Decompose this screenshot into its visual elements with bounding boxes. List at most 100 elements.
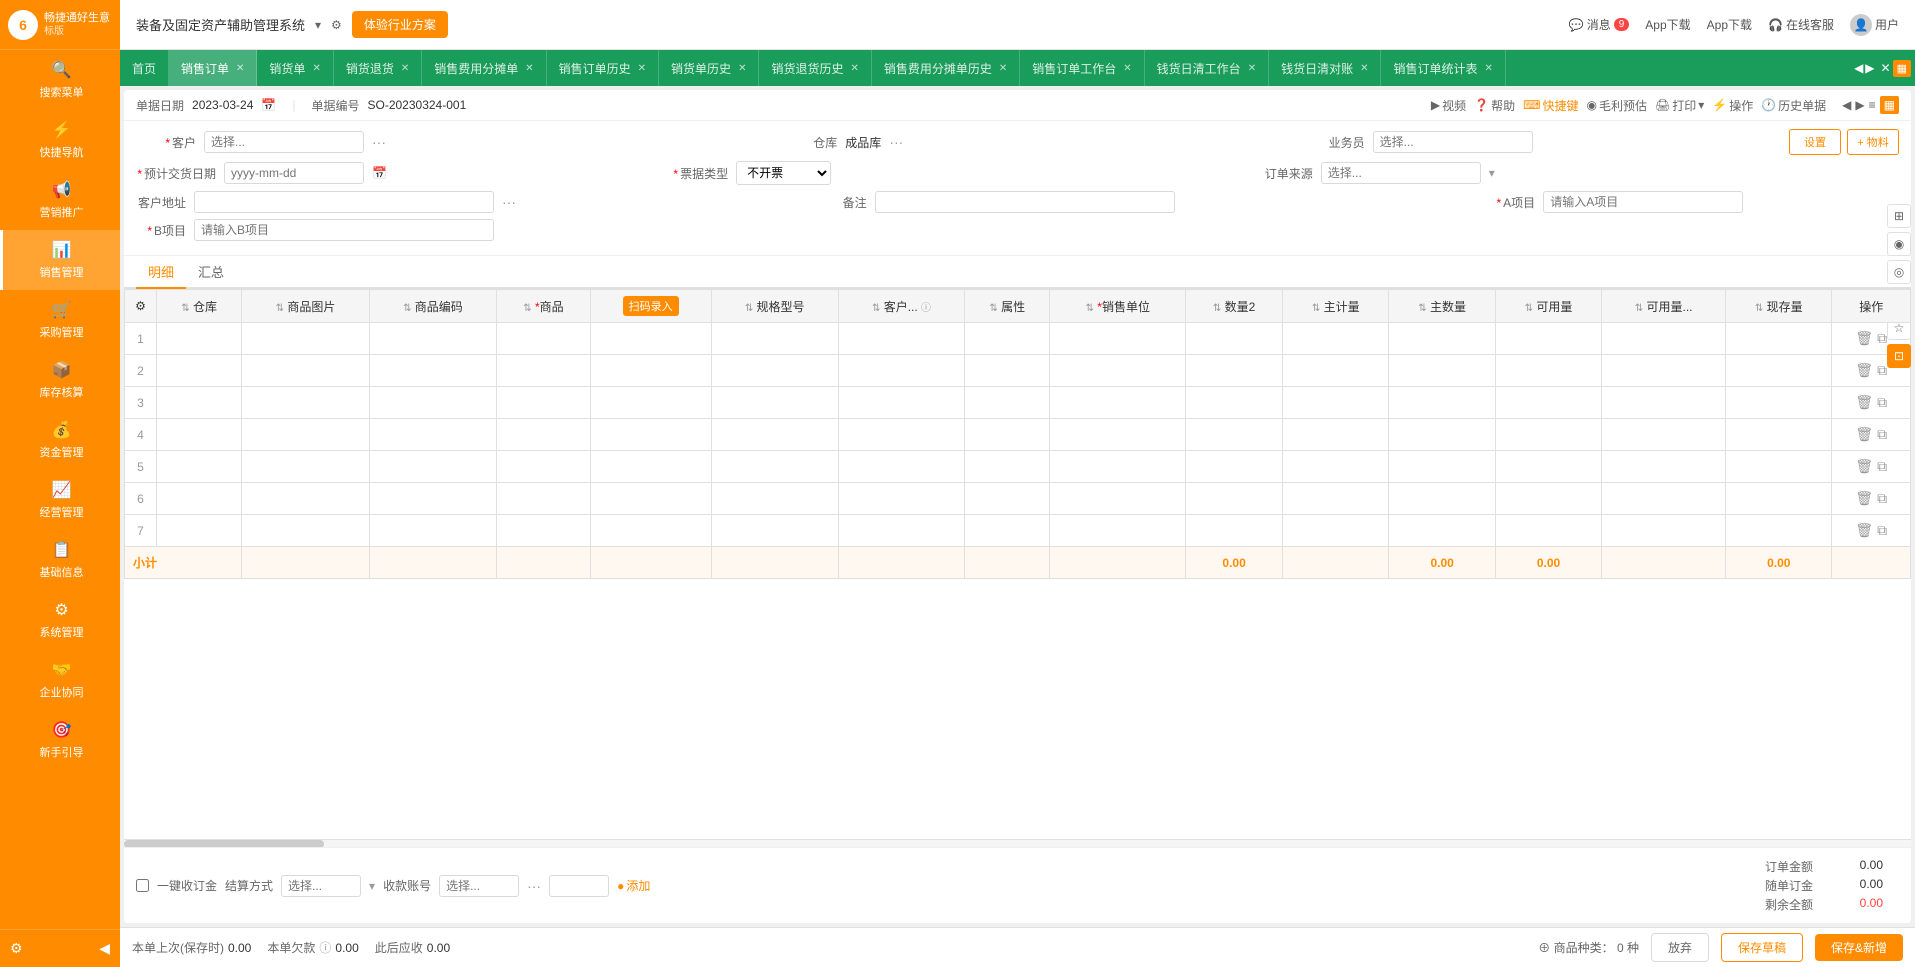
close-all-tabs-icon[interactable]: ✕ [1881, 61, 1891, 75]
list-view-icon[interactable]: ≡ [1869, 98, 1876, 112]
row-warehouse[interactable] [157, 355, 242, 387]
tab-daily-reconcile[interactable]: 钱货日清对账 ✕ [1269, 50, 1381, 86]
row-attr[interactable] [965, 387, 1050, 419]
industry-plan-button[interactable]: 体验行业方案 [352, 11, 448, 38]
col-warehouse[interactable]: ⇅ 仓库 [157, 290, 242, 323]
row-qty2[interactable] [1186, 355, 1283, 387]
row-spec[interactable] [711, 387, 838, 419]
settings-icon[interactable]: ⚙ [10, 940, 23, 957]
calendar2-icon[interactable]: 📅 [372, 166, 387, 180]
tab-sales-return[interactable]: 销货退货 ✕ [334, 50, 422, 86]
tab-summary[interactable]: 汇总 [186, 256, 236, 289]
delete-row-icon[interactable]: 🗑 [1855, 362, 1873, 379]
b-project-input[interactable] [194, 219, 494, 241]
row-attr[interactable] [965, 483, 1050, 515]
app-download-text[interactable]: App下载 [1707, 16, 1752, 33]
row-main-qty[interactable] [1389, 515, 1495, 547]
row-spec[interactable] [711, 451, 838, 483]
row-product[interactable] [497, 451, 591, 483]
row-qty2[interactable] [1186, 515, 1283, 547]
tab-close-icon[interactable]: ✕ [850, 63, 858, 74]
row-qty2[interactable] [1186, 483, 1283, 515]
row-customer-code[interactable] [838, 387, 964, 419]
delete-row-icon[interactable]: 🗑 [1855, 522, 1873, 539]
tab-sales-invoice[interactable]: 销货单 ✕ [257, 50, 333, 86]
right-panel-icon-6[interactable]: ⊡ [1887, 344, 1911, 368]
tab-close-icon[interactable]: ✕ [1248, 63, 1256, 74]
sidebar-item-quicknav[interactable]: ⚡ 快捷导航 [0, 110, 120, 170]
tab-close-icon[interactable]: ✕ [1123, 63, 1131, 74]
row-customer-code[interactable] [838, 451, 964, 483]
row-customer-code[interactable] [838, 419, 964, 451]
tab-close-icon[interactable]: ✕ [738, 63, 746, 74]
order-source-dropdown-icon[interactable]: ▾ [1489, 166, 1495, 180]
tab-sales-order-history[interactable]: 销售订单历史 ✕ [547, 50, 659, 86]
copy-row-icon[interactable]: ⧉ [1877, 458, 1887, 475]
salesperson-input[interactable] [1373, 131, 1533, 153]
delete-row-icon[interactable]: 🗑 [1855, 490, 1873, 507]
profit-button[interactable]: ◉ 毛利预估 [1586, 97, 1647, 114]
row-unit[interactable] [1050, 515, 1186, 547]
row-attr[interactable] [965, 419, 1050, 451]
sidebar-item-finance[interactable]: 💰 资金管理 [0, 410, 120, 470]
customer-input[interactable] [204, 131, 364, 153]
quick-order-checkbox[interactable] [136, 879, 149, 892]
row-qty2[interactable] [1186, 419, 1283, 451]
a-project-input[interactable] [1543, 191, 1743, 213]
tab-close-icon[interactable]: ✕ [1360, 63, 1368, 74]
row-code[interactable] [369, 483, 496, 515]
sidebar-item-operations[interactable]: 📈 经营管理 [0, 470, 120, 530]
row-product[interactable] [497, 515, 591, 547]
row-spec[interactable] [711, 355, 838, 387]
amount-input[interactable]: 0.00 [549, 875, 609, 897]
search-circle-icon[interactable]: ⊕ [1538, 941, 1550, 955]
tab-daily-workbench[interactable]: 钱货日清工作台 ✕ [1145, 50, 1269, 86]
sidebar-item-sales[interactable]: 📊 销售管理 [0, 230, 120, 290]
invoice-type-select[interactable]: 不开票 增值税普票 增值税专票 [736, 161, 831, 185]
row-qty2[interactable] [1186, 387, 1283, 419]
col-attr[interactable]: ⇅ 属性 [965, 290, 1050, 323]
prev-record-icon[interactable]: ◀ [1842, 98, 1851, 112]
row-product[interactable] [497, 387, 591, 419]
settlement-dropdown-icon[interactable]: ▾ [369, 879, 375, 893]
help-info-icon[interactable]: ⓘ [319, 939, 331, 956]
sidebar-item-search[interactable]: 🔍 搜索菜单 [0, 50, 120, 110]
tab-close-icon[interactable]: ✕ [638, 63, 646, 74]
row-warehouse[interactable] [157, 483, 242, 515]
row-customer-code[interactable] [838, 355, 964, 387]
scan-button[interactable]: 扫码录入 [623, 296, 679, 316]
tab-close-icon[interactable]: ✕ [236, 63, 244, 74]
save-draft-button[interactable]: 保存草稿 [1721, 933, 1803, 962]
settlement-input[interactable] [281, 875, 361, 897]
tab-sales-expense[interactable]: 销售费用分摊单 ✕ [422, 50, 546, 86]
dropdown-arrow-icon[interactable]: ▾ [315, 18, 321, 32]
discard-button[interactable]: 放弃 [1651, 933, 1709, 962]
tab-menu-icon[interactable]: ▦ [1893, 60, 1911, 77]
row-warehouse[interactable] [157, 515, 242, 547]
row-product[interactable] [497, 419, 591, 451]
row-unit[interactable] [1050, 323, 1186, 355]
save-new-button[interactable]: 保存&新增 [1815, 934, 1903, 961]
col-unit[interactable]: ⇅ *销售单位 [1050, 290, 1186, 323]
next-tab-icon[interactable]: ▶ [1865, 61, 1874, 75]
col-spec[interactable]: ⇅ 规格型号 [711, 290, 838, 323]
prev-tab-icon[interactable]: ◀ [1854, 61, 1863, 75]
tab-detail[interactable]: 明细 [136, 256, 186, 289]
right-panel-icon-3[interactable]: ◎ [1887, 260, 1911, 284]
account-dots-icon[interactable]: ··· [527, 878, 541, 894]
row-spec[interactable] [711, 419, 838, 451]
sidebar-item-marketing[interactable]: 📢 营销推广 [0, 170, 120, 230]
row-customer-code[interactable] [838, 483, 964, 515]
row-qty2[interactable] [1186, 323, 1283, 355]
order-source-input[interactable] [1321, 162, 1481, 184]
sidebar-item-purchase[interactable]: 🛒 采购管理 [0, 290, 120, 350]
row-product[interactable] [497, 323, 591, 355]
col-available2[interactable]: ⇅ 可用量... [1602, 290, 1726, 323]
row-main-qty[interactable] [1389, 483, 1495, 515]
col-available[interactable]: ⇅ 可用量 [1495, 290, 1601, 323]
row-warehouse[interactable] [157, 387, 242, 419]
account-input[interactable] [439, 875, 519, 897]
view-button[interactable]: ▶ 视频 [1431, 97, 1466, 114]
tab-sales-summary[interactable]: 销售订单统计表 ✕ [1381, 50, 1505, 86]
row-main-qty[interactable] [1389, 419, 1495, 451]
